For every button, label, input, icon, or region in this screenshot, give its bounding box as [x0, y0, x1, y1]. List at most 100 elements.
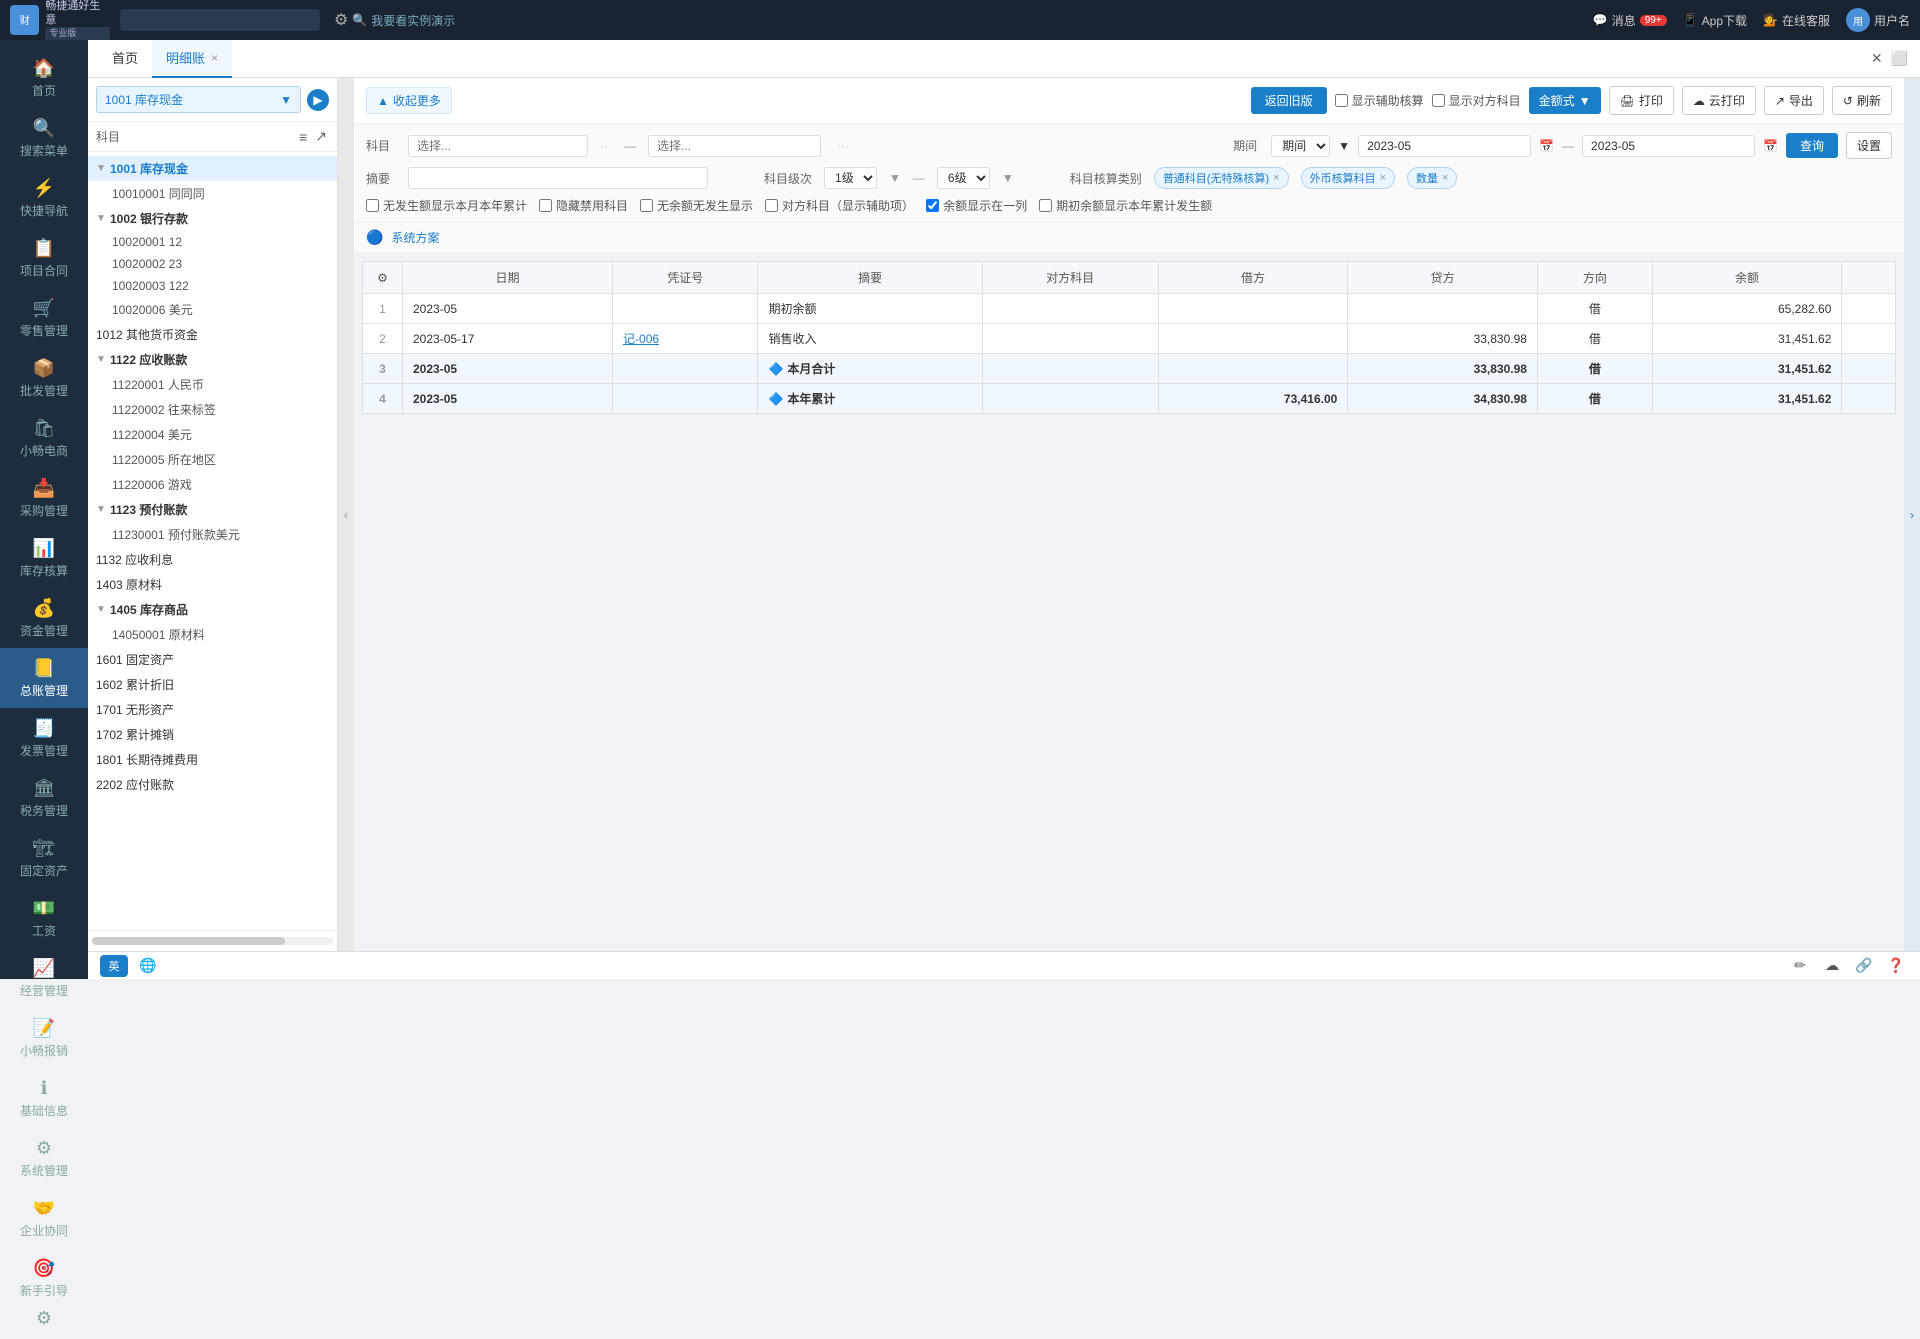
sidebar-item-payroll[interactable]: 💵 工资: [0, 888, 88, 948]
tree-item-11220004[interactable]: 11220004 美元: [88, 422, 337, 447]
query-scheme-label[interactable]: 系统方案: [391, 229, 439, 246]
tree-item-1122[interactable]: ▼ 1122 应收账款: [88, 347, 337, 372]
translate-icon[interactable]: 🌐: [136, 954, 160, 978]
sidebar-item-search[interactable]: 🔍 搜索菜单: [0, 108, 88, 168]
sidebar-item-retail[interactable]: 🛒 零售管理: [0, 288, 88, 348]
sidebar-item-tax[interactable]: 🏛 税务管理: [0, 768, 88, 828]
tree-item-11220005[interactable]: 11220005 所在地区: [88, 447, 337, 472]
edit-icon[interactable]: ✏: [1788, 954, 1812, 978]
tree-item-1801[interactable]: 1801 长期待摊费用: [88, 747, 337, 772]
sidebar-item-management[interactable]: 📈 经营管理: [0, 948, 88, 1008]
currency-style-dropdown[interactable]: 金额式 ▼: [1529, 87, 1601, 114]
period-type-select[interactable]: 期间: [1271, 135, 1330, 157]
sidebar-item-guide[interactable]: 🎯 新手引导: [0, 1248, 88, 1308]
help-icon[interactable]: ❓: [1884, 954, 1908, 978]
list-view-btn[interactable]: ≡: [297, 127, 309, 147]
no-occur-checkbox[interactable]: 无发生额显示本月本年累计: [366, 197, 527, 214]
sidebar-item-home[interactable]: 🏠 首页: [0, 48, 88, 108]
top-search-input[interactable]: [120, 9, 320, 31]
settings-gear-button[interactable]: ⚙: [330, 10, 352, 30]
tree-item-10010001[interactable]: 10010001 同同同: [88, 181, 337, 206]
sidebar-item-ecommerce[interactable]: 🛍 小畅电商: [0, 408, 88, 468]
tree-item-1602[interactable]: 1602 累计折旧: [88, 672, 337, 697]
cloud-print-btn[interactable]: ☁ 云打印: [1682, 86, 1756, 115]
right-panel-collapse[interactable]: ›: [1904, 78, 1920, 951]
table-header-gear[interactable]: ⚙: [363, 262, 403, 294]
initial-balance-checkbox[interactable]: 期初余额显示本年累计发生额: [1039, 197, 1212, 214]
subject-level-from-select[interactable]: 1级2级3级: [824, 167, 877, 189]
period-to-input[interactable]: [1582, 135, 1755, 157]
query-setting-btn[interactable]: 设置: [1846, 132, 1892, 159]
sidebar-settings-btn[interactable]: ⚙: [0, 1308, 88, 1329]
tab-home[interactable]: 首页: [98, 40, 152, 78]
tab-close-btn[interactable]: ×: [211, 51, 218, 65]
demo-link[interactable]: 🔍 我要看实例演示: [352, 12, 455, 29]
voucher-link[interactable]: 记-006: [623, 332, 659, 346]
tree-item-11220002[interactable]: 11220002 往来标签: [88, 397, 337, 422]
tree-item-1702[interactable]: 1702 累计摊销: [88, 722, 337, 747]
expand-btn[interactable]: ↗: [313, 126, 329, 147]
message-btn[interactable]: 💬 消息 99+: [1593, 12, 1667, 29]
tree-item-11220006[interactable]: 11220006 游戏: [88, 472, 337, 497]
tree-item-14050001[interactable]: 14050001 原材料: [88, 622, 337, 647]
subject-level-to-select[interactable]: 6级1级2级: [937, 167, 990, 189]
user-avatar[interactable]: 用 用户名: [1846, 8, 1910, 32]
tree-item-2202[interactable]: 2202 应付账款: [88, 772, 337, 797]
subject-filter-input-to[interactable]: [648, 135, 821, 157]
panel-collapse-toggle[interactable]: ‹: [338, 78, 354, 951]
sidebar-item-wholesale[interactable]: 📦 批发管理: [0, 348, 88, 408]
tree-item-11220001[interactable]: 11220001 人民币: [88, 372, 337, 397]
query-search-btn[interactable]: 查询: [1786, 133, 1838, 158]
horizontal-scrollbar[interactable]: [92, 937, 333, 945]
sidebar-item-basicinfo[interactable]: ℹ 基础信息: [0, 1068, 88, 1128]
summary-filter-input[interactable]: [408, 167, 708, 189]
text-input-icon[interactable]: 英: [100, 955, 128, 977]
window-restore-btn[interactable]: ✕: [1869, 48, 1885, 69]
tree-item-1012[interactable]: 1012 其他货币资金: [88, 322, 337, 347]
remove-tag-quantity[interactable]: ×: [1442, 172, 1448, 184]
tab-ledger[interactable]: 明细账 ×: [152, 40, 232, 78]
sidebar-item-invoice[interactable]: 🧾 发票管理: [0, 708, 88, 768]
print-btn[interactable]: 🖨 打印: [1609, 86, 1674, 115]
period-from-input[interactable]: [1358, 135, 1531, 157]
balance-one-col-checkbox[interactable]: 余额显示在一列: [926, 197, 1027, 214]
hide-disabled-checkbox[interactable]: 隐藏禁用科目: [539, 197, 628, 214]
subject-filter-input[interactable]: [408, 135, 588, 157]
tree-item-11230001[interactable]: 11230001 预付账款美元: [88, 522, 337, 547]
expand-more-btn[interactable]: ▲ 收起更多: [366, 87, 452, 114]
tree-item-1405[interactable]: ▼ 1405 库存商品: [88, 597, 337, 622]
tree-item-10020006[interactable]: 10020006 美元: [88, 297, 337, 322]
sidebar-item-quicknav[interactable]: ⚡ 快捷导航: [0, 168, 88, 228]
sidebar-item-inventory[interactable]: 📊 库存核算: [0, 528, 88, 588]
sidebar-item-ledger[interactable]: 📒 总账管理: [0, 648, 88, 708]
sidebar-item-sysadmin[interactable]: ⚙ 系统管理: [0, 1128, 88, 1188]
remove-tag-foreign[interactable]: ×: [1380, 172, 1386, 184]
show-opposite-checkbox[interactable]: 显示对方科目: [1432, 92, 1521, 109]
nav-next-arrow[interactable]: ▶: [307, 89, 329, 111]
sidebar-item-fixedassets[interactable]: 🏗 固定资产: [0, 828, 88, 888]
tree-item-1403[interactable]: 1403 原材料: [88, 572, 337, 597]
show-auxiliary-checkbox[interactable]: 显示辅助核算: [1335, 92, 1424, 109]
link-icon[interactable]: 🔗: [1852, 954, 1876, 978]
tree-item-10020003[interactable]: 10020003 122: [88, 275, 337, 297]
return-old-version-btn[interactable]: 返回旧版: [1251, 87, 1327, 114]
tree-item-1002[interactable]: ▼ 1002 银行存款: [88, 206, 337, 231]
tree-item-10020002[interactable]: 10020002 23: [88, 253, 337, 275]
tree-item-1701[interactable]: 1701 无形资产: [88, 697, 337, 722]
tree-item-1001[interactable]: ▼ 1001 库存现金: [88, 156, 337, 181]
app-download-btn[interactable]: 📱 App下载: [1683, 12, 1747, 29]
subject-selector[interactable]: 1001 库存现金 ▼: [96, 86, 301, 113]
sidebar-item-finance[interactable]: 💰 资金管理: [0, 588, 88, 648]
export-btn[interactable]: ↗ 导出: [1764, 86, 1824, 115]
cloud-sync-icon[interactable]: ☁: [1820, 954, 1844, 978]
sidebar-item-purchase[interactable]: 📥 采购管理: [0, 468, 88, 528]
window-maximize-btn[interactable]: ⬜: [1889, 48, 1910, 69]
no-balance-checkbox[interactable]: 无余额无发生显示: [640, 197, 753, 214]
sidebar-item-expense[interactable]: 📝 小畅报销: [0, 1008, 88, 1068]
sidebar-item-contract[interactable]: 📋 项目合同: [0, 228, 88, 288]
tree-item-1123[interactable]: ▼ 1123 预付账款: [88, 497, 337, 522]
remove-tag-normal[interactable]: ×: [1273, 172, 1279, 184]
tree-item-1132[interactable]: 1132 应收利息: [88, 547, 337, 572]
online-service-btn[interactable]: 💁 在线客服: [1763, 12, 1830, 29]
opposite-show-checkbox[interactable]: 对方科目（显示辅助项）: [765, 197, 914, 214]
